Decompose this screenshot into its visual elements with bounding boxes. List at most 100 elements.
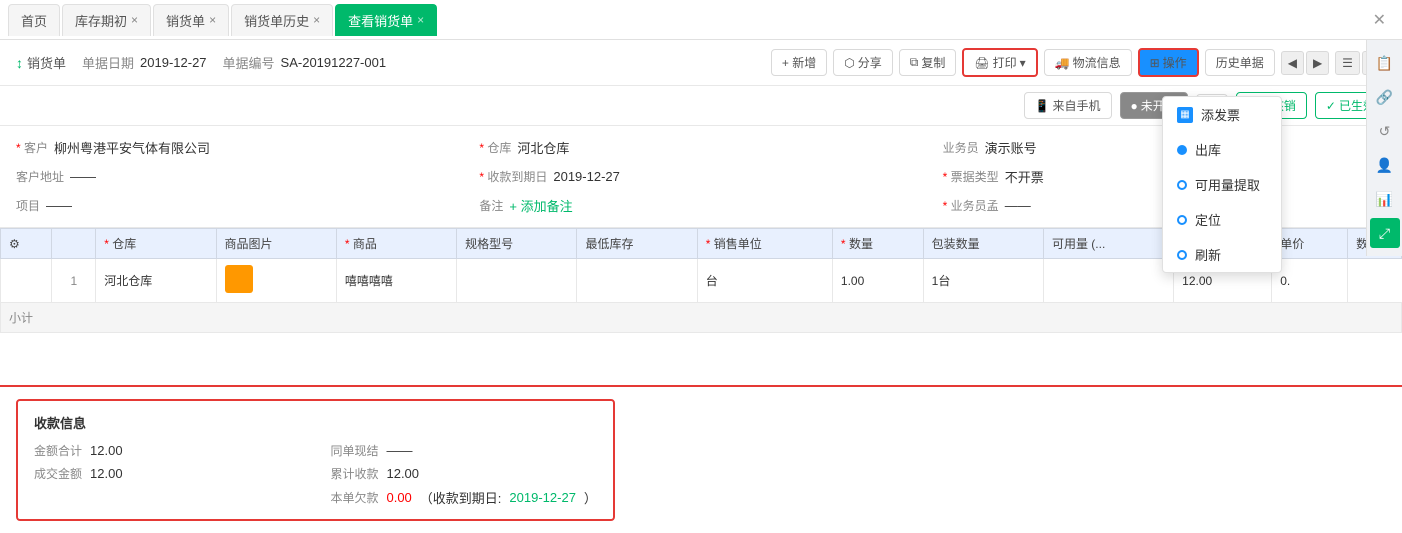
doc-type-label: 销货单 <box>27 53 66 72</box>
transaction-row: 成交金额 12.00 <box>34 465 300 482</box>
tab-history-close[interactable]: × <box>313 13 320 27</box>
total-label: 金额合计 <box>34 442 82 459</box>
date-label: 单据日期 <box>82 53 134 72</box>
customer-label: 客户 <box>16 139 48 156</box>
tab-sales-order[interactable]: 销货单 × <box>153 4 229 36</box>
product-image <box>225 265 253 293</box>
col-quantity: 数量 <box>832 229 923 259</box>
payment-grid: 金额合计 12.00 同单现结 —— 成交金额 12.00 累计收款 12.00 <box>34 442 597 507</box>
tab-inventory-init[interactable]: 库存期初 × <box>62 4 151 36</box>
project-value: —— <box>46 198 72 213</box>
row-package-qty: 1台 <box>923 259 1043 303</box>
col-package-qty: 包装数量 <box>923 229 1043 259</box>
tab-view-close[interactable]: × <box>417 13 424 27</box>
transaction-value: 12.00 <box>90 466 123 481</box>
copy-icon: ⧉ <box>910 55 919 70</box>
transaction-label: 成交金额 <box>34 465 82 482</box>
col-seq <box>52 229 96 259</box>
overdue-value: 0.00 <box>386 490 411 505</box>
sidebar-user-icon[interactable]: 👤 <box>1370 150 1400 180</box>
out-warehouse-icon <box>1177 145 1187 155</box>
tab-home[interactable]: 首页 <box>8 4 60 36</box>
payment-info: 收款信息 金额合计 12.00 同单现结 —— 成交金额 12.00 累计收款 … <box>16 399 615 521</box>
staff-label: 业务员 <box>943 139 979 156</box>
col-unit-price: 单价 <box>1272 229 1348 259</box>
project-row: 项目 —— <box>16 196 459 215</box>
print-dropdown-icon: ▾ <box>1020 56 1026 70</box>
add-remark-button[interactable]: + 添加备注 <box>509 196 572 215</box>
operations-dropdown: ▦ 添发票 出库 可用量提取 定位 刷新 <box>1162 96 1282 273</box>
row-warehouse: 河北仓库 <box>96 259 216 303</box>
print-button[interactable]: 🖨 打印 ▾ <box>962 48 1037 77</box>
from-phone-button[interactable]: 📱 来自手机 <box>1024 92 1112 119</box>
sidebar-clipboard-icon[interactable]: 📋 <box>1370 48 1400 78</box>
doc-meta-date: 单据日期 2019-12-27 <box>82 53 207 72</box>
row-available <box>1043 259 1173 303</box>
same-order-label: 同单现结 <box>330 442 378 459</box>
new-button[interactable]: + 新增 <box>771 49 827 76</box>
overdue-row: 本单欠款 0.00 （收款到期日: 2019-12-27 ） <box>330 488 596 507</box>
refresh-icon <box>1177 250 1187 260</box>
cumulative-value: 12.00 <box>386 466 419 481</box>
col-settings[interactable]: ⚙ <box>1 229 52 259</box>
share-button[interactable]: ⬡ 分享 <box>833 49 893 76</box>
nav-arrows: ◀ ▶ <box>1281 51 1329 75</box>
col-image: 商品图片 <box>216 229 336 259</box>
doc-type-badge: ↕ 销货单 <box>16 53 66 72</box>
col-min-stock: 最低库存 <box>577 229 697 259</box>
payment-date-value: 2019-12-27 <box>553 169 620 184</box>
copy-button[interactable]: ⧉ 复制 <box>899 49 957 76</box>
locate-item[interactable]: 定位 <box>1163 202 1281 237</box>
refresh-item[interactable]: 刷新 <box>1163 237 1281 272</box>
tab-view-sales[interactable]: 查看销货单 × <box>335 4 437 36</box>
total-value: 12.00 <box>90 443 123 458</box>
operations-button[interactable]: ⊞ 操作 <box>1138 48 1199 77</box>
row-image <box>216 259 336 303</box>
out-warehouse-item[interactable]: 出库 <box>1163 132 1281 167</box>
payment-date-label: 收款到期日 <box>479 168 547 185</box>
customer-value: 柳州粤港平安气体有限公司 <box>54 138 210 157</box>
effective-icon: ✓ <box>1326 99 1336 113</box>
doc-type-icon: ↕ <box>16 55 23 71</box>
col-warehouse: 仓库 <box>96 229 216 259</box>
sidebar-refresh-icon[interactable]: ↺ <box>1370 116 1400 146</box>
overdue-date: 2019-12-27 <box>509 490 576 505</box>
add-invoice-icon: ▦ <box>1177 107 1193 123</box>
sidebar-link-icon[interactable]: 🔗 <box>1370 82 1400 112</box>
bottom-section: 收款信息 金额合计 12.00 同单现结 —— 成交金额 12.00 累计收款 … <box>0 385 1402 533</box>
history-button[interactable]: 历史单据 <box>1205 49 1275 76</box>
row-min-stock <box>577 259 697 303</box>
overdue-label: 本单欠款 <box>330 489 378 506</box>
global-close-button[interactable]: ✕ <box>1365 6 1394 34</box>
salesperson-label: 业务员孟 <box>943 197 999 214</box>
row-settings <box>1 259 52 303</box>
date-value: 2019-12-27 <box>140 55 207 70</box>
doc-meta-number: 单据编号 SA-20191227-001 <box>223 53 387 72</box>
ticket-type-label: 票据类型 <box>943 168 999 185</box>
add-invoice-item[interactable]: ▦ 添发票 <box>1163 97 1281 132</box>
tab-bar: 首页 库存期初 × 销货单 × 销货单历史 × 查看销货单 × ✕ <box>0 0 1402 40</box>
locate-icon <box>1177 215 1187 225</box>
address-value: —— <box>70 169 96 184</box>
next-button[interactable]: ▶ <box>1306 51 1329 75</box>
number-label: 单据编号 <box>223 53 275 72</box>
logistics-icon: 🚚 <box>1055 56 1070 70</box>
remark-row: 备注 + 添加备注 <box>479 196 922 215</box>
row-product: 嘻嘻嘻嘻 <box>336 259 456 303</box>
logistics-button[interactable]: 🚚 物流信息 <box>1044 49 1132 76</box>
tab-sales-close[interactable]: × <box>209 13 216 27</box>
sidebar-chart-icon[interactable]: 📊 <box>1370 184 1400 214</box>
available-qty-icon <box>1177 180 1187 190</box>
prev-button[interactable]: ◀ <box>1281 51 1304 75</box>
tab-inventory-close[interactable]: × <box>131 13 138 27</box>
tab-sales-history[interactable]: 销货单历史 × <box>231 4 333 36</box>
warehouse-value: 河北仓库 <box>517 138 569 157</box>
sidebar-expand-icon[interactable]: ⤢ <box>1370 218 1400 248</box>
col-product: 商品 <box>336 229 456 259</box>
header-actions: + 新增 ⬡ 分享 ⧉ 复制 🖨 打印 ▾ 🚚 物流信息 ⊞ 操作 <box>771 48 1386 77</box>
list-view-button[interactable]: ☰ <box>1335 51 1360 75</box>
overdue-close: ） <box>584 488 597 507</box>
plus-icon: + <box>509 199 520 214</box>
cumulative-label: 累计收款 <box>330 465 378 482</box>
available-qty-item[interactable]: 可用量提取 <box>1163 167 1281 202</box>
